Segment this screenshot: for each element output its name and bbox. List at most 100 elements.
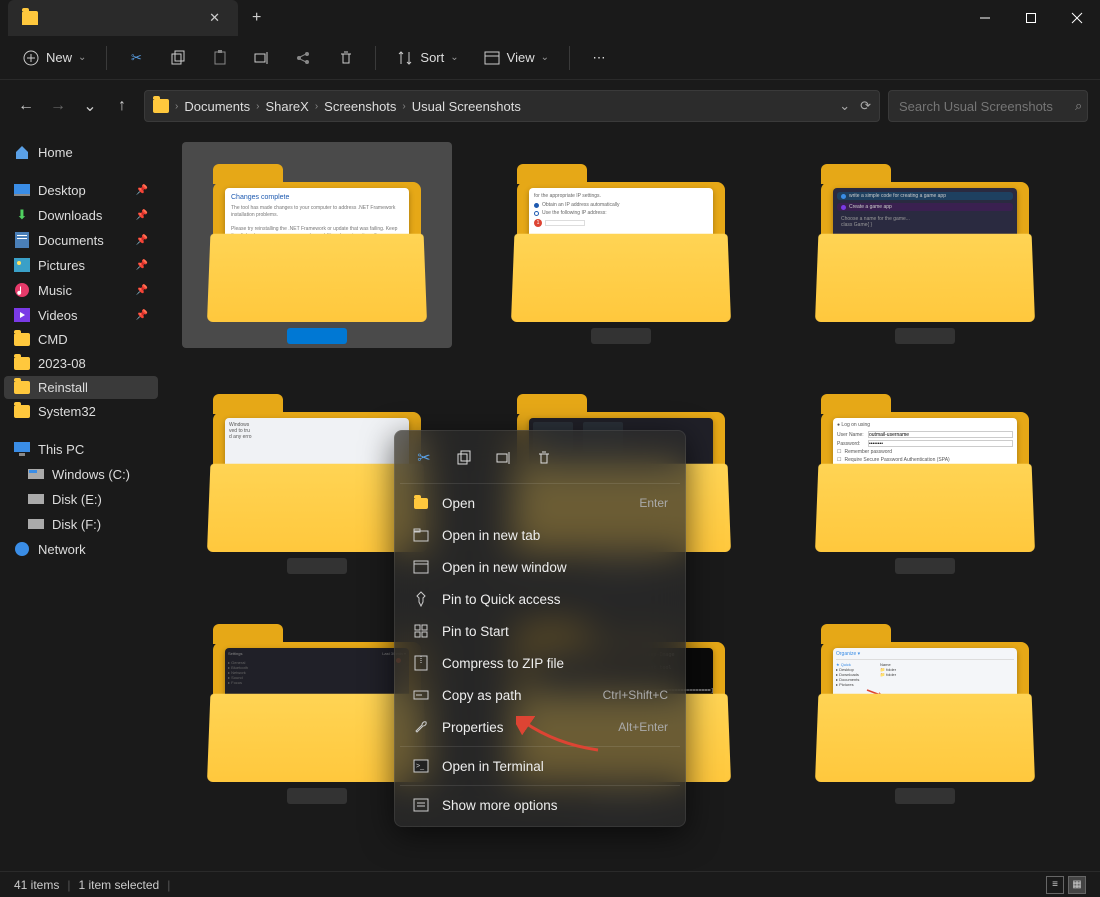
crumb-sharex[interactable]: ShareX	[265, 99, 308, 114]
sidebar-2023-08[interactable]: 2023-08	[4, 352, 158, 375]
ctx-open[interactable]: OpenEnter	[400, 487, 680, 519]
pictures-icon	[14, 257, 30, 273]
start-icon	[412, 622, 430, 640]
ctx-pin-start[interactable]: Pin to Start	[400, 615, 680, 647]
copy-button[interactable]	[159, 43, 197, 73]
folder-icon	[14, 357, 30, 370]
folder-item[interactable]: write a simple code for creating a game …	[790, 142, 1060, 348]
folder-item[interactable]: Changes completeThe tool has made change…	[182, 142, 452, 348]
folder-label	[591, 328, 651, 344]
ctx-cut-button[interactable]: ✂	[406, 440, 442, 476]
pin-icon: 📌	[136, 185, 148, 196]
ctx-copy-path[interactable]: Copy as pathCtrl+Shift+C	[400, 679, 680, 711]
sidebar-drive-c[interactable]: Windows (C:)	[4, 462, 158, 486]
sidebar-cmd[interactable]: CMD	[4, 328, 158, 351]
forward-button[interactable]: →	[44, 92, 72, 120]
pc-icon	[14, 441, 30, 457]
drive-icon	[28, 491, 44, 507]
thumbnail-view-button[interactable]: ▦	[1068, 876, 1086, 894]
sidebar-desktop[interactable]: Desktop📌	[4, 178, 158, 202]
sidebar-drive-e[interactable]: Disk (E:)	[4, 487, 158, 511]
sidebar-pictures[interactable]: Pictures📌	[4, 253, 158, 277]
sidebar-drive-f[interactable]: Disk (F:)	[4, 512, 158, 536]
crumb-documents[interactable]: Documents	[184, 99, 250, 114]
close-window-button[interactable]	[1054, 0, 1100, 36]
sidebar-reinstall[interactable]: Reinstall	[4, 376, 158, 399]
search-box[interactable]: ⌕	[888, 90, 1088, 122]
maximize-button[interactable]	[1008, 0, 1054, 36]
chevron-right-icon: ›	[315, 101, 318, 112]
minimize-button[interactable]	[962, 0, 1008, 36]
ctx-properties[interactable]: Properties Alt+Enter	[400, 711, 680, 743]
delete-button[interactable]	[327, 43, 365, 73]
status-bar: 41 items | 1 item selected | ≡ ▦	[0, 871, 1100, 897]
crumb-usual[interactable]: Usual Screenshots	[412, 99, 521, 114]
refresh-button[interactable]: ⟳	[860, 98, 871, 114]
sidebar-music[interactable]: Music📌	[4, 278, 158, 302]
back-button[interactable]: ←	[12, 92, 40, 120]
ctx-label: Open in new window	[442, 560, 567, 575]
sidebar-label: Disk (F:)	[52, 517, 101, 532]
pin-icon: 📌	[136, 285, 148, 296]
trash-icon	[337, 49, 355, 67]
sidebar-label: Windows (C:)	[52, 467, 130, 482]
folder-icon	[153, 99, 169, 113]
ctx-delete-button[interactable]	[526, 440, 562, 476]
folder-label	[895, 558, 955, 574]
sidebar-videos[interactable]: Videos📌	[4, 303, 158, 327]
music-icon	[14, 282, 30, 298]
sidebar-downloads[interactable]: ⬇Downloads📌	[4, 203, 158, 227]
ctx-label: Properties	[442, 720, 504, 735]
breadcrumb[interactable]: › Documents › ShareX › Screenshots › Usu…	[144, 90, 880, 122]
ctx-copy-button[interactable]	[446, 440, 482, 476]
ctx-open-tab[interactable]: Open in new tab	[400, 519, 680, 551]
home-icon	[14, 144, 30, 160]
scissors-icon: ✂	[127, 49, 145, 67]
share-icon	[295, 49, 313, 67]
sort-icon	[396, 49, 414, 67]
copy-icon	[456, 450, 472, 466]
folder-label	[287, 788, 347, 804]
sidebar-documents[interactable]: Documents📌	[4, 228, 158, 252]
folder-item[interactable]: Organize ▾★ Quick▸ Desktop▸ Downloads▸ D…	[790, 602, 1060, 808]
sort-button[interactable]: Sort ⌄	[386, 43, 468, 73]
path-icon	[412, 686, 430, 704]
svg-text:>_: >_	[416, 763, 424, 770]
up-button[interactable]: ↑	[108, 92, 136, 120]
sidebar-network[interactable]: Network	[4, 537, 158, 561]
recent-dropdown[interactable]: ⌄	[76, 92, 104, 120]
sidebar-label: Pictures	[38, 258, 85, 273]
tab-icon	[412, 526, 430, 544]
search-input[interactable]	[899, 99, 1075, 114]
window-tab[interactable]: ✕	[8, 0, 238, 36]
breadcrumb-dropdown[interactable]: ⌄	[839, 98, 850, 114]
ctx-shortcut: Alt+Enter	[618, 720, 668, 734]
separator	[106, 46, 107, 70]
view-button[interactable]: View ⌄	[473, 43, 559, 73]
sidebar: Home Desktop📌 ⬇Downloads📌 Documents📌 Pic…	[0, 132, 162, 871]
ctx-open-window[interactable]: Open in new window	[400, 551, 680, 583]
cut-button[interactable]: ✂	[117, 43, 155, 73]
new-tab-button[interactable]: +	[238, 9, 275, 27]
ctx-more-options[interactable]: Show more options	[400, 789, 680, 821]
more-button[interactable]: ⋯	[580, 43, 618, 73]
rename-button[interactable]	[243, 43, 281, 73]
separator	[569, 46, 570, 70]
sidebar-home[interactable]: Home	[4, 140, 158, 164]
sidebar-thispc[interactable]: This PC	[4, 437, 158, 461]
close-tab-icon[interactable]: ✕	[205, 8, 224, 28]
folder-item[interactable]: ● Log on usingUser Name:Password:☐Rememb…	[790, 372, 1060, 578]
details-view-button[interactable]: ≡	[1046, 876, 1064, 894]
ctx-compress[interactable]: Compress to ZIP file	[400, 647, 680, 679]
crumb-screenshots[interactable]: Screenshots	[324, 99, 396, 114]
content-area[interactable]: Changes completeThe tool has made change…	[162, 132, 1100, 871]
folder-item[interactable]: for the appropriate IP settings.Obtain a…	[486, 142, 756, 348]
ctx-terminal[interactable]: >_Open in Terminal	[400, 750, 680, 782]
ctx-pin-quick[interactable]: Pin to Quick access	[400, 583, 680, 615]
share-button[interactable]	[285, 43, 323, 73]
ctx-rename-button[interactable]	[486, 440, 522, 476]
drive-icon	[28, 466, 44, 482]
new-button[interactable]: New ⌄	[12, 43, 96, 73]
sidebar-system32[interactable]: System32	[4, 400, 158, 423]
paste-button[interactable]	[201, 43, 239, 73]
